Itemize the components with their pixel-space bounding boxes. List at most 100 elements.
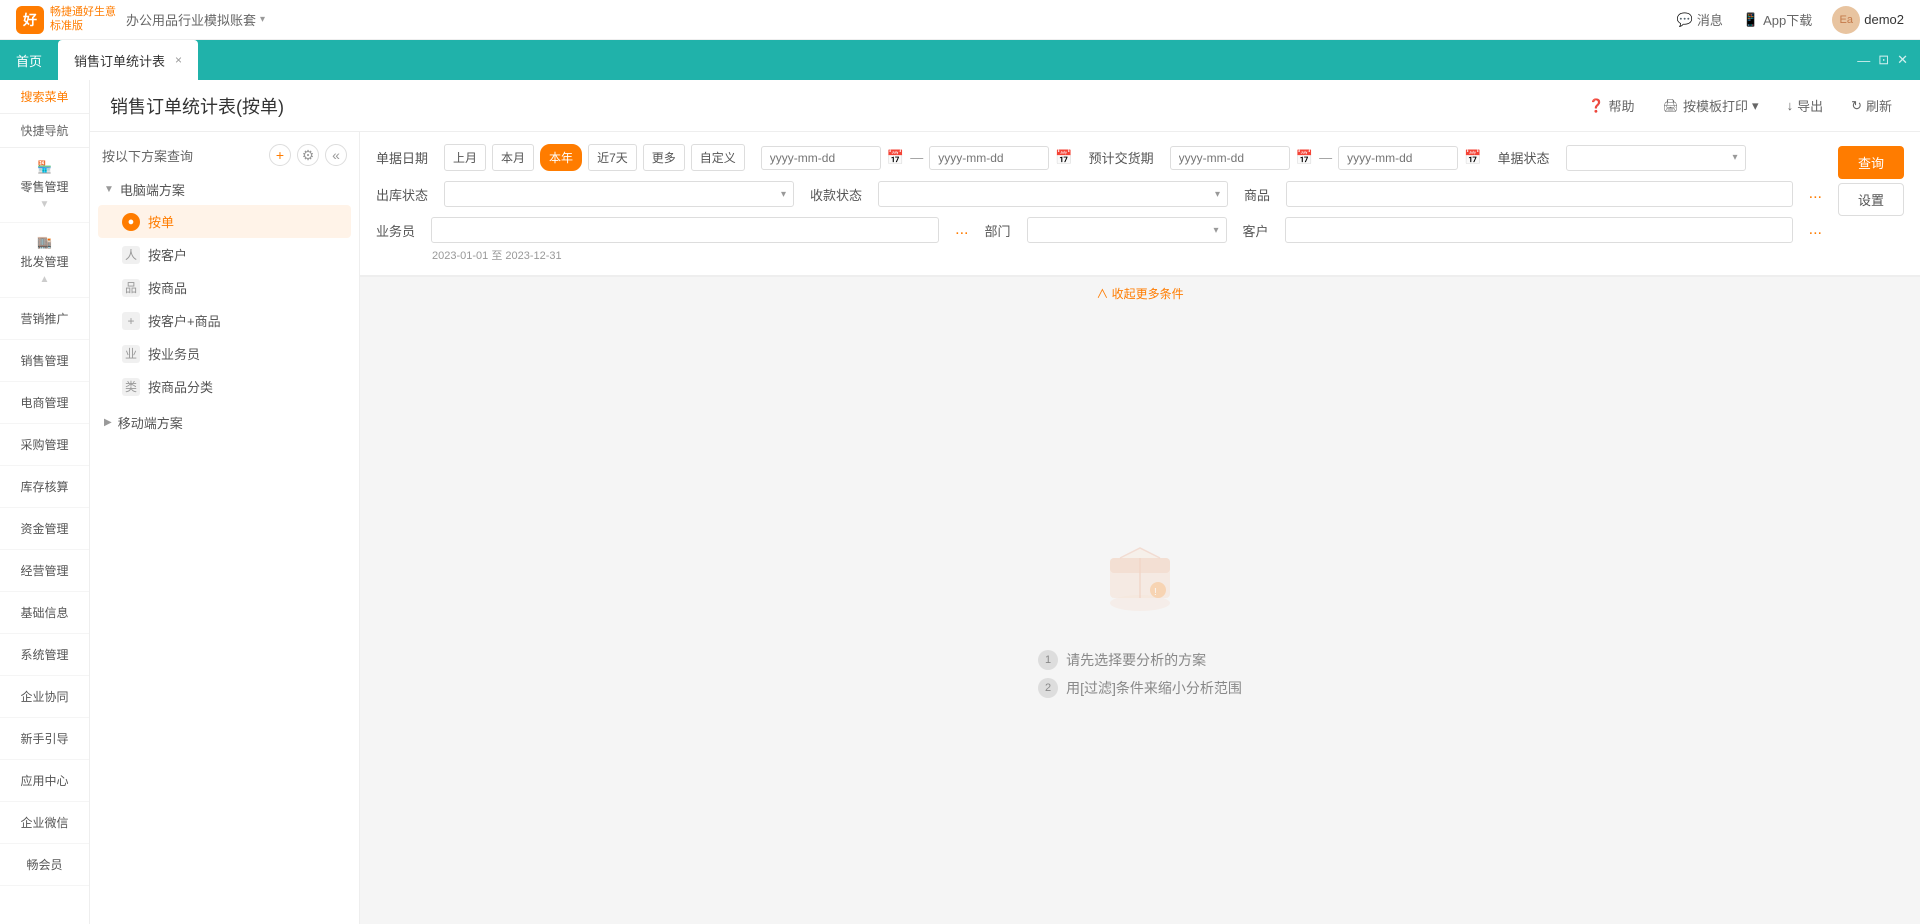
out-status-wrapper: ▾ [444, 181, 794, 207]
logo-icon: 好 [16, 6, 44, 34]
date-start-input[interactable] [761, 146, 881, 170]
goods-more-icon[interactable]: ... [1809, 185, 1822, 203]
group-expand-icon: ▼ [104, 184, 114, 195]
department-wrapper: ▾ [1027, 217, 1227, 243]
window-close-icon[interactable]: ✕ [1897, 52, 1908, 68]
print-icon: 🖨 [1663, 98, 1680, 114]
breadcrumb[interactable]: 办公用品行业模拟账套 ▾ [126, 10, 265, 29]
expected-date-start-input[interactable] [1170, 146, 1290, 170]
pc-scheme-group: ▼ 电脑端方案 ● 按单 人 按客户 品 按商品 [98, 174, 351, 403]
expected-end-calendar-icon[interactable]: 📅 [1464, 149, 1481, 166]
wholesale-icon: 🏬 [37, 235, 52, 249]
tab-sales-order-stats[interactable]: 销售订单统计表 × [58, 40, 198, 80]
left-panel: 按以下方案查询 + ⚙ « [90, 132, 360, 924]
sidebar-item-enterprise[interactable]: 企业协同 [0, 676, 89, 718]
bill-status-wrapper: ▾ [1566, 145, 1746, 171]
logo-area: 好 畅捷通好生意 标准版 [16, 6, 116, 34]
date-end-input[interactable] [929, 146, 1049, 170]
refresh-button[interactable]: ↻ 刷新 [1843, 92, 1900, 119]
mobile-group-expand-icon: ▶ [104, 417, 112, 428]
query-button[interactable]: 查询 [1838, 146, 1904, 179]
add-scheme-button[interactable]: + [269, 144, 291, 166]
sidebar-item-wholesale[interactable]: 🏬 批发管理 ▲ [0, 223, 89, 298]
top-bar: 好 畅捷通好生意 标准版 办公用品行业模拟账套 ▾ 💬 消息 📱 App下载 E… [0, 0, 1920, 40]
tab-close-icon[interactable]: × [175, 53, 182, 67]
date-btn-this-year[interactable]: 本年 [540, 144, 582, 171]
scheme-item-by-customer[interactable]: 人 按客户 [98, 238, 351, 271]
left-panel-title: 按以下方案查询 + ⚙ « [98, 144, 351, 166]
date-btn-this-month[interactable]: 本月 [492, 144, 534, 171]
settings-button[interactable]: 设置 [1838, 183, 1904, 216]
salesperson-more-icon[interactable]: ... [955, 221, 968, 239]
salesperson-input[interactable] [431, 217, 939, 243]
sidebar-item-operations[interactable]: 经营管理 [0, 550, 89, 592]
sidebar-item-retail[interactable]: 🏪 零售管理 ▼ [0, 148, 89, 223]
export-button[interactable]: ↓ 导出 [1779, 92, 1832, 119]
date-end-calendar-icon[interactable]: 📅 [1055, 149, 1072, 166]
sidebar-item-sales[interactable]: 销售管理 [0, 340, 89, 382]
sidebar-item-system[interactable]: 系统管理 [0, 634, 89, 676]
empty-step-1: 1 请先选择要分析的方案 [1038, 650, 1242, 670]
content-area: 销售订单统计表(按单) ❓ 帮助 🖨 按模板打印 ▾ ↓ 导出 ↻ 刷新 [90, 80, 1920, 924]
goods-input[interactable] [1286, 181, 1793, 207]
message-button[interactable]: 💬 消息 [1677, 10, 1723, 29]
app-download-button[interactable]: 📱 App下载 [1743, 10, 1812, 29]
customer-input[interactable] [1285, 217, 1793, 243]
retail-arrow-icon: ▼ [40, 199, 50, 210]
sidebar-item-marketing[interactable]: 营销推广 [0, 298, 89, 340]
sidebar-quicknav[interactable]: 快捷导航 [0, 114, 89, 148]
scheme-item-by-goods[interactable]: 品 按商品 [98, 271, 351, 304]
pc-scheme-group-header[interactable]: ▼ 电脑端方案 [98, 174, 351, 205]
sidebar-item-finance[interactable]: 资金管理 [0, 508, 89, 550]
collapse-icon: « [332, 147, 340, 163]
scheme-item-by-category[interactable]: 类 按商品分类 [98, 370, 351, 403]
right-panel: 单据日期 上月 本月 本年 近7天 更多 自定义 [360, 132, 1920, 924]
maximize-icon[interactable]: ⊡ [1878, 52, 1889, 68]
collapse-panel-button[interactable]: « [325, 144, 347, 166]
sidebar-item-wechat[interactable]: 企业微信 [0, 802, 89, 844]
sidebar-item-apps[interactable]: 应用中心 [0, 760, 89, 802]
tab-controls: — ⊡ ✕ [1845, 52, 1920, 68]
bill-status-select[interactable] [1566, 145, 1746, 171]
user-menu[interactable]: Ea demo2 [1832, 6, 1904, 34]
sidebar-item-purchase[interactable]: 采购管理 [0, 424, 89, 466]
customer-more-icon[interactable]: ... [1809, 221, 1822, 239]
scheme-item-by-cust-goods[interactable]: + 按客户+商品 [98, 304, 351, 337]
sidebar-item-vip[interactable]: 畅会员 [0, 844, 89, 886]
expected-start-calendar-icon[interactable]: 📅 [1296, 149, 1313, 166]
scheme-category-icon: 类 [122, 378, 140, 396]
step-2-num: 2 [1038, 678, 1058, 698]
print-dropdown-icon[interactable]: ▾ [1752, 98, 1759, 114]
scheme-goods-icon: 品 [122, 279, 140, 297]
sidebar-search[interactable]: 搜索菜单 [0, 80, 89, 114]
avatar: Ea [1832, 6, 1860, 34]
receipt-status-label: 收款状态 [810, 185, 862, 204]
scheme-item-by-order[interactable]: ● 按单 [98, 205, 351, 238]
sidebar-item-newbie[interactable]: 新手引导 [0, 718, 89, 760]
date-btn-custom[interactable]: 自定义 [691, 144, 745, 171]
tab-home[interactable]: 首页 [0, 40, 58, 80]
mobile-scheme-group-header[interactable]: ▶ 移动端方案 [98, 407, 351, 438]
collapse-bar[interactable]: ∧ 收起更多条件 [360, 276, 1920, 310]
help-button[interactable]: ❓ 帮助 [1580, 92, 1642, 119]
date-start-calendar-icon[interactable]: 📅 [887, 149, 904, 166]
sidebar-item-ecommerce[interactable]: 电商管理 [0, 382, 89, 424]
out-status-select[interactable] [444, 181, 794, 207]
sidebar-item-inventory[interactable]: 库存核算 [0, 466, 89, 508]
print-button[interactable]: 🖨 按模板打印 ▾ [1655, 92, 1767, 119]
date-btn-last-month[interactable]: 上月 [444, 144, 486, 171]
sidebar-item-basic[interactable]: 基础信息 [0, 592, 89, 634]
scheme-item-by-salesperson[interactable]: 业 按业务员 [98, 337, 351, 370]
expected-date-end-input[interactable] [1338, 146, 1458, 170]
date-btn-last7days[interactable]: 近7天 [588, 144, 637, 171]
out-status-label: 出库状态 [376, 185, 428, 204]
receipt-status-select[interactable] [878, 181, 1228, 207]
minimize-icon[interactable]: — [1857, 53, 1870, 68]
scheme-salesperson-icon: 业 [122, 345, 140, 363]
scheme-settings-button[interactable]: ⚙ [297, 144, 319, 166]
wholesale-arrow-icon: ▲ [40, 274, 50, 285]
breadcrumb-dropdown-icon[interactable]: ▾ [260, 14, 265, 25]
date-btn-more[interactable]: 更多 [643, 144, 685, 171]
department-select[interactable] [1027, 217, 1227, 243]
date-range-display: 2023-01-01 至 2023-12-31 [376, 247, 1904, 263]
